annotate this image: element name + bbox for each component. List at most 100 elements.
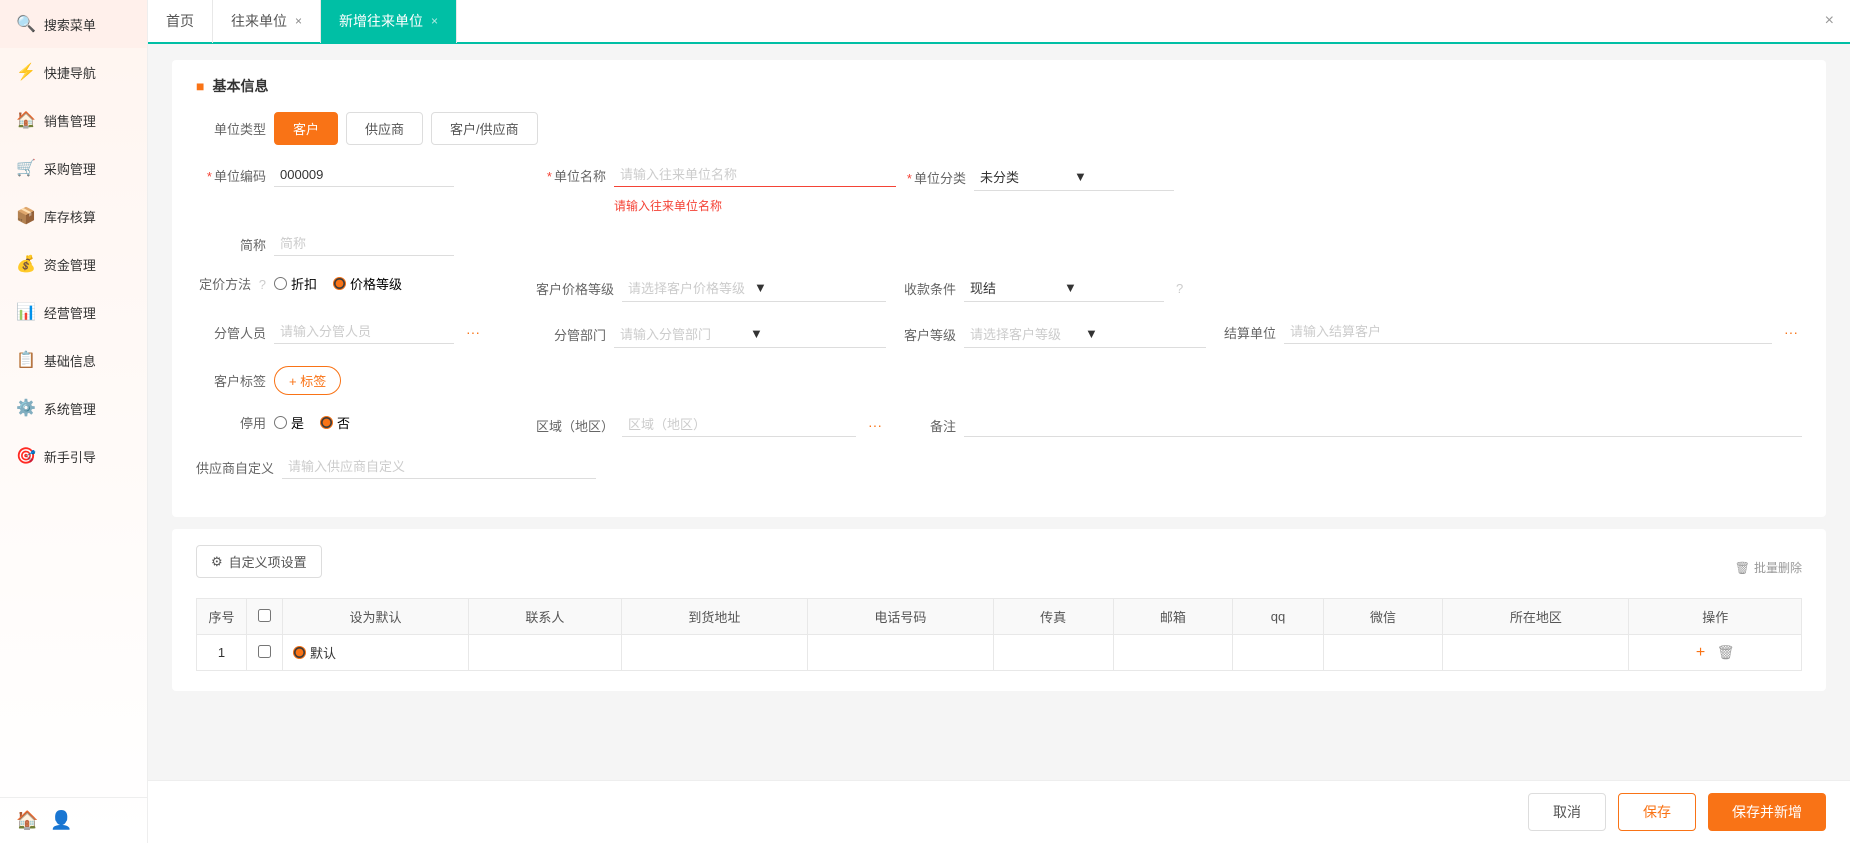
manager-input[interactable] — [274, 320, 454, 344]
table-select-all[interactable] — [258, 609, 271, 622]
sidebar-item-label: 新手引导 — [44, 447, 96, 466]
supplier-custom-label: 供应商自定义 — [196, 458, 274, 477]
sidebar-item-operations[interactable]: 📊 经营管理 — [0, 288, 147, 336]
sidebar-item-guide[interactable]: 🎯 新手引导 — [0, 432, 147, 480]
cell-phone[interactable] — [807, 635, 993, 671]
sidebar-item-system[interactable]: ⚙️ 系统管理 — [0, 384, 147, 432]
custom-settings-label: 自定义项设置 — [229, 552, 307, 571]
sidebar-item-finance[interactable]: 💰 资金管理 — [0, 240, 147, 288]
supplier-custom-group: 供应商自定义 — [196, 455, 596, 479]
tab-home[interactable]: 首页 — [148, 0, 213, 43]
disabled-group: 停用 是 否 — [196, 413, 536, 432]
pricing-level-label: 价格等级 — [350, 274, 402, 293]
sidebar-item-purchase[interactable]: 🛒 采购管理 — [0, 144, 147, 192]
disabled-row: 停用 是 否 区域（地区） ··· — [196, 413, 1802, 437]
home-bottom-icon[interactable]: 🏠 — [16, 810, 38, 831]
cell-checkbox — [247, 635, 283, 671]
cell-address[interactable] — [621, 635, 807, 671]
unit-btn-customer[interactable]: 客户 — [274, 112, 338, 145]
settlement-unit-group: 结算单位 ··· — [1206, 320, 1802, 344]
unit-name-input[interactable] — [614, 163, 896, 187]
row-delete-button[interactable]: 🗑 — [1717, 644, 1735, 660]
cell-seq: 1 — [197, 635, 247, 671]
region-input[interactable] — [622, 413, 856, 437]
cancel-button[interactable]: 取消 — [1528, 793, 1606, 831]
tab-partners-close[interactable]: × — [295, 14, 302, 28]
pricing-discount-option[interactable]: 折扣 — [274, 274, 317, 293]
supplier-custom-input[interactable] — [282, 455, 596, 479]
unit-category-arrow: ▼ — [1074, 169, 1168, 184]
manager-more-btn[interactable]: ··· — [462, 324, 484, 340]
main-content: 首页 往来单位 × 新增往来单位 × × ■ 基本信息 单位类型 客户 — [148, 0, 1850, 843]
disabled-no-label: 否 — [337, 413, 350, 432]
sidebar-item-sales[interactable]: 🏠 销售管理 — [0, 96, 147, 144]
add-tag-button[interactable]: + 标签 — [274, 366, 341, 395]
unit-category-select[interactable]: 未分类 ▼ — [974, 163, 1174, 191]
disabled-no-option[interactable]: 否 — [320, 413, 350, 432]
pricing-level-option[interactable]: 价格等级 — [333, 274, 402, 293]
cell-qq[interactable] — [1233, 635, 1323, 671]
batch-delete-button[interactable]: 🗑 批量删除 — [1735, 559, 1802, 576]
disabled-no-radio[interactable] — [320, 416, 333, 429]
remark-group: 备注 — [886, 413, 1802, 437]
row-add-button[interactable]: + — [1696, 644, 1705, 661]
pricing-discount-radio[interactable] — [274, 277, 287, 290]
remark-input[interactable] — [964, 413, 1802, 437]
unit-code-input[interactable] — [274, 163, 454, 187]
user-bottom-icon[interactable]: 👤 — [50, 810, 72, 831]
payment-terms-help-icon[interactable]: ? — [1176, 281, 1183, 296]
payment-terms-value: 现结 — [970, 278, 1064, 297]
tab-partners[interactable]: 往来单位 × — [213, 0, 321, 43]
short-name-label: 简称 — [196, 235, 266, 254]
disabled-radio-group: 是 否 — [274, 413, 350, 432]
system-icon: ⚙️ — [16, 398, 36, 418]
row-default-radio-label[interactable]: 默认 — [293, 643, 458, 662]
department-group: 分管部门 请输入分管部门 ▼ — [536, 320, 886, 348]
settlement-unit-input[interactable] — [1284, 320, 1772, 344]
sidebar-item-basic-info[interactable]: 📋 基础信息 — [0, 336, 147, 384]
sidebar-item-inventory[interactable]: 📦 库存核算 — [0, 192, 147, 240]
settlement-unit-label: 结算单位 — [1206, 323, 1276, 342]
unit-btn-both[interactable]: 客户/供应商 — [431, 112, 538, 145]
disabled-yes-option[interactable]: 是 — [274, 413, 304, 432]
tab-new-partner-close[interactable]: × — [431, 14, 438, 28]
save-new-button[interactable]: 保存并新增 — [1708, 793, 1826, 831]
cell-fax[interactable] — [993, 635, 1113, 671]
disabled-yes-radio[interactable] — [274, 416, 287, 429]
unit-name-error: 请输入往来单位名称 — [614, 197, 722, 214]
global-close-button[interactable]: × — [1809, 12, 1850, 30]
batch-delete-icon: 🗑 — [1735, 561, 1750, 575]
short-name-input[interactable] — [274, 232, 454, 256]
short-name-row: 简称 — [196, 232, 1802, 256]
sidebar-item-search[interactable]: 🔍 搜索菜单 — [0, 0, 147, 48]
sidebar-item-label: 快捷导航 — [44, 63, 96, 82]
customer-level-placeholder: 请选择客户等级 — [970, 324, 1085, 343]
payment-terms-select[interactable]: 现结 ▼ — [964, 274, 1164, 302]
row-default-radio[interactable] — [293, 646, 306, 659]
tab-new-partner[interactable]: 新增往来单位 × — [321, 0, 457, 43]
cell-contact[interactable] — [468, 635, 621, 671]
save-button[interactable]: 保存 — [1618, 793, 1696, 831]
customer-level-select[interactable]: 请选择客户等级 ▼ — [964, 320, 1206, 348]
unit-type-group: 单位类型 客户 供应商 客户/供应商 — [196, 112, 1802, 145]
unit-category-group: *单位分类 未分类 ▼ — [896, 163, 1802, 191]
pricing-level-radio[interactable] — [333, 277, 346, 290]
payment-terms-label: 收款条件 — [886, 279, 956, 298]
customer-tag-label: 客户标签 — [196, 371, 266, 390]
pricing-help-icon[interactable]: ? — [259, 277, 266, 292]
department-label: 分管部门 — [536, 325, 606, 344]
settlement-unit-more-btn[interactable]: ··· — [1780, 324, 1802, 340]
sidebar-item-label: 搜索菜单 — [44, 15, 96, 34]
cell-wechat[interactable] — [1323, 635, 1443, 671]
row-checkbox[interactable] — [258, 645, 271, 658]
cell-email[interactable] — [1113, 635, 1233, 671]
department-select[interactable]: 请输入分管部门 ▼ — [614, 320, 886, 348]
customer-price-level-label: 客户价格等级 — [536, 279, 614, 298]
customer-price-level-select[interactable]: 请选择客户价格等级 ▼ — [622, 274, 886, 302]
sidebar-item-quick-nav[interactable]: ⚡ 快捷导航 — [0, 48, 147, 96]
action-bar: 取消 保存 保存并新增 — [148, 780, 1850, 843]
cell-region[interactable] — [1443, 635, 1629, 671]
region-more-btn[interactable]: ··· — [864, 417, 886, 433]
unit-btn-supplier[interactable]: 供应商 — [346, 112, 423, 145]
custom-settings-button[interactable]: ⚙ 自定义项设置 — [196, 545, 322, 578]
